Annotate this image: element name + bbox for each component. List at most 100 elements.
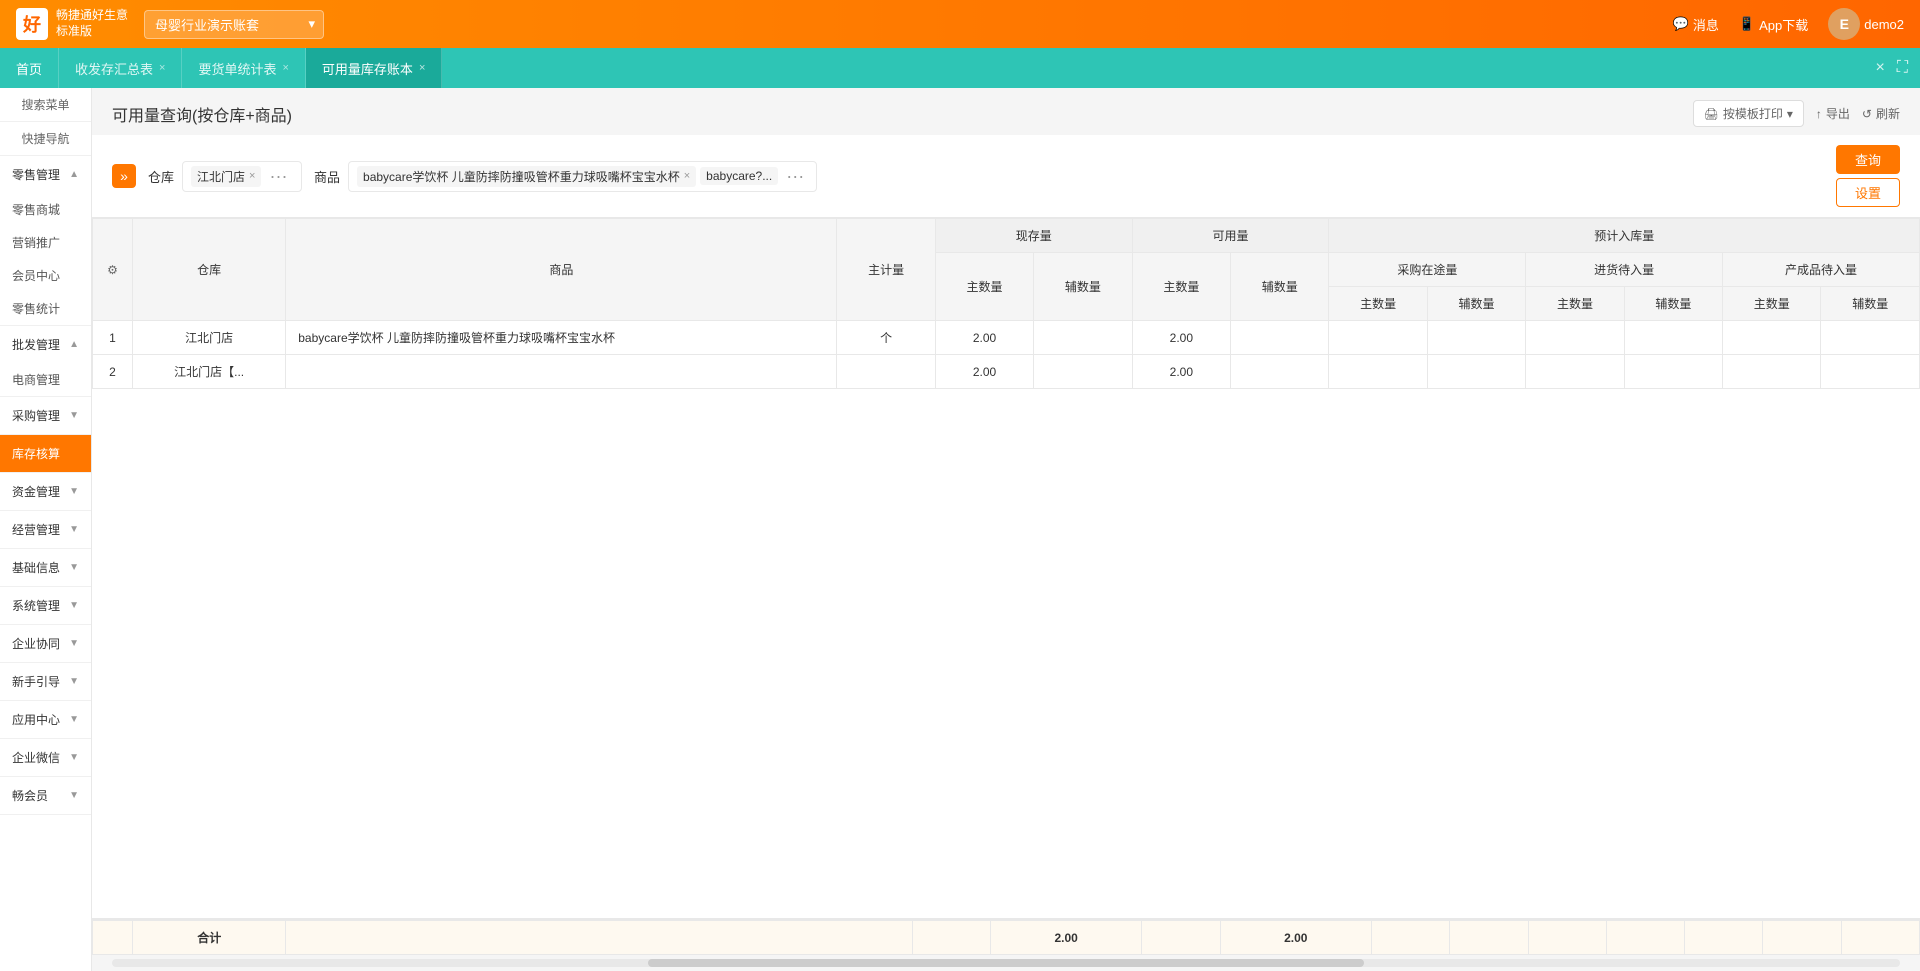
sidebar-group-retail: 零售管理 ▲ 零售商城 营销推广 会员中心 零售统计 bbox=[0, 156, 91, 326]
sidebar-group-appcenter-header[interactable]: 应用中心 ▼ bbox=[0, 701, 91, 738]
scrollbar-track[interactable] bbox=[112, 959, 1900, 967]
table-container[interactable]: ⚙ 仓库 商品 主计量 现存量 可用量 预计入库量 主数量 辅数量 bbox=[92, 218, 1920, 918]
message-btn[interactable]: 💬 消息 bbox=[1673, 15, 1719, 34]
close-tab-available-stock[interactable]: × bbox=[419, 62, 425, 74]
tab-order-stats[interactable]: 要货单统计表 × bbox=[182, 48, 305, 88]
tab-available-stock[interactable]: 可用量库存账本 × bbox=[306, 48, 442, 88]
avatar: E bbox=[1828, 8, 1860, 40]
table-row: 2 江北门店【... 2.00 2.00 bbox=[93, 355, 1920, 389]
th-product-pending: 产成品待入量 bbox=[1723, 253, 1920, 287]
sidebar-group-basic-header[interactable]: 基础信息 ▼ bbox=[0, 549, 91, 586]
th-pt-aux: 辅数量 bbox=[1427, 287, 1525, 321]
template-print-btn[interactable]: 🖨 按模板打印 ▾ bbox=[1693, 100, 1804, 127]
sidebar-group-guide-header[interactable]: 新手引导 ▼ bbox=[0, 663, 91, 700]
summary-empty-1 bbox=[93, 921, 133, 955]
refresh-btn[interactable]: ↺ 刷新 bbox=[1862, 105, 1900, 122]
export-icon: ↑ bbox=[1816, 107, 1822, 121]
app-download-btn[interactable]: 📱 App下载 bbox=[1739, 15, 1808, 34]
close-tab-order-stats[interactable]: × bbox=[282, 62, 288, 74]
page-header-actions: 🖨 按模板打印 ▾ ↑ 导出 ↺ 刷新 bbox=[1693, 100, 1900, 127]
sidebar-item-ecommerce[interactable]: 电商管理 bbox=[0, 363, 91, 396]
sidebar-group-collab-header[interactable]: 企业协同 ▼ bbox=[0, 625, 91, 662]
cell-available-aux bbox=[1231, 355, 1329, 389]
chevron-right-icon: ▼ bbox=[69, 638, 79, 649]
sidebar-group-wholesale-header[interactable]: 批发管理 ▲ bbox=[0, 326, 91, 363]
user-menu[interactable]: E demo2 bbox=[1828, 8, 1904, 40]
cell-current-aux bbox=[1034, 355, 1132, 389]
tab-recv-send[interactable]: 收发存汇总表 × bbox=[59, 48, 182, 88]
sidebar-group-wholesale: 批发管理 ▲ 电商管理 bbox=[0, 326, 91, 397]
query-btn[interactable]: 查询 bbox=[1836, 145, 1900, 174]
phone-icon: 📱 bbox=[1739, 16, 1755, 32]
tab-home[interactable]: 首页 bbox=[0, 48, 59, 88]
logo-icon: 好 bbox=[16, 8, 48, 40]
cell-pt-aux bbox=[1427, 355, 1525, 389]
main-layout: 搜索菜单 快捷导航 零售管理 ▲ 零售商城 营销推广 会员中心 零售统计 批发管… bbox=[0, 88, 1920, 971]
sidebar-group-sys: 系统管理 ▼ bbox=[0, 587, 91, 625]
close-all-tabs-btn[interactable]: × bbox=[1871, 59, 1888, 77]
chevron-right-icon: ▼ bbox=[69, 752, 79, 763]
product-filter-group: 商品 babycare学饮杯 儿童防摔防撞吸管杯重力球吸嘴杯宝宝水杯 × bab… bbox=[314, 161, 817, 192]
sidebar-search[interactable]: 搜索菜单 bbox=[0, 88, 91, 122]
chevron-right-icon: ▼ bbox=[69, 790, 79, 801]
sidebar-item-member-center[interactable]: 会员中心 bbox=[0, 259, 91, 292]
summary-pt-aux bbox=[1528, 921, 1606, 955]
scrollbar-thumb[interactable] bbox=[648, 959, 1363, 967]
nav-tabs: 首页 收发存汇总表 × 要货单统计表 × 可用量库存账本 × × ⛶ bbox=[0, 48, 1920, 88]
summary-available-main: 2.00 bbox=[1220, 921, 1371, 955]
gear-icon[interactable]: ⚙ bbox=[107, 263, 118, 277]
sidebar-group-appcenter: 应用中心 ▼ bbox=[0, 701, 91, 739]
dropdown-icon: ▾ bbox=[1787, 107, 1793, 121]
sidebar-group-stock-header[interactable]: 库存核算 bbox=[0, 435, 91, 472]
th-settings[interactable]: ⚙ bbox=[93, 219, 133, 321]
sidebar-group-retail-header[interactable]: 零售管理 ▲ bbox=[0, 156, 91, 193]
summary-available-aux bbox=[1372, 921, 1450, 955]
industry-selector[interactable]: 母婴行业演示账套 bbox=[144, 10, 324, 39]
chevron-right-icon: ▼ bbox=[69, 562, 79, 573]
sidebar-item-marketing[interactable]: 营销推广 bbox=[0, 226, 91, 259]
sidebar-group-sys-header[interactable]: 系统管理 ▼ bbox=[0, 587, 91, 624]
summary-row: 合计 2.00 2.00 bbox=[93, 921, 1920, 955]
sidebar-group-purchase-header[interactable]: 采购管理 ▼ bbox=[0, 397, 91, 434]
cell-current-main: 2.00 bbox=[935, 321, 1033, 355]
th-available-main: 主数量 bbox=[1132, 253, 1230, 321]
warehouse-input[interactable]: 江北门店 × ··· bbox=[182, 161, 302, 192]
chevron-right-icon: ▼ bbox=[69, 600, 79, 611]
sidebar-group-member-header[interactable]: 畅会员 ▼ bbox=[0, 777, 91, 814]
close-tab-recv-send[interactable]: × bbox=[159, 62, 165, 74]
sidebar-group-finance: 资金管理 ▼ bbox=[0, 473, 91, 511]
filter-expand-btn[interactable]: » bbox=[112, 164, 136, 188]
chevron-right-icon: ▼ bbox=[69, 486, 79, 497]
th-purchase-transit: 采购在途量 bbox=[1329, 253, 1526, 287]
cell-prod-aux bbox=[1821, 355, 1920, 389]
th-warehouse: 仓库 bbox=[133, 219, 286, 321]
product-tag-1: babycare学饮杯 儿童防摔防撞吸管杯重力球吸嘴杯宝宝水杯 × bbox=[357, 166, 696, 187]
sidebar-group-basic: 基础信息 ▼ bbox=[0, 549, 91, 587]
sidebar-group-business-header[interactable]: 经营管理 ▼ bbox=[0, 511, 91, 548]
sidebar-item-retail-shop[interactable]: 零售商城 bbox=[0, 193, 91, 226]
top-bar-right: 💬 消息 📱 App下载 E demo2 bbox=[1673, 8, 1904, 40]
product-more-btn[interactable]: ··· bbox=[782, 166, 808, 187]
th-prod-aux: 辅数量 bbox=[1821, 287, 1920, 321]
th-current-main: 主数量 bbox=[935, 253, 1033, 321]
summary-label: 合计 bbox=[133, 921, 286, 955]
content-area: 可用量查询(按仓库+商品) 🖨 按模板打印 ▾ ↑ 导出 ↺ 刷新 » bbox=[92, 88, 1920, 971]
remove-warehouse-tag[interactable]: × bbox=[249, 170, 255, 182]
remove-product-tag-1[interactable]: × bbox=[684, 170, 690, 182]
warehouse-filter-group: 仓库 江北门店 × ··· bbox=[148, 161, 302, 192]
fullscreen-btn[interactable]: ⛶ bbox=[1893, 59, 1912, 77]
sidebar-group-wechat-header[interactable]: 企业微信 ▼ bbox=[0, 739, 91, 776]
top-bar: 好 畅捷通好生意 标准版 母婴行业演示账套 💬 消息 📱 App下载 E dem… bbox=[0, 0, 1920, 48]
sidebar-group-finance-header[interactable]: 资金管理 ▼ bbox=[0, 473, 91, 510]
warehouse-more-btn[interactable]: ··· bbox=[265, 166, 291, 187]
sidebar-quick-nav[interactable]: 快捷导航 bbox=[0, 122, 91, 156]
product-input[interactable]: babycare学饮杯 儿童防摔防撞吸管杯重力球吸嘴杯宝宝水杯 × babyca… bbox=[348, 161, 817, 192]
summary-current-main: 2.00 bbox=[990, 921, 1141, 955]
export-btn[interactable]: ↑ 导出 bbox=[1816, 105, 1850, 122]
settings-btn[interactable]: 设置 bbox=[1836, 178, 1900, 207]
cell-warehouse: 江北门店 bbox=[133, 321, 286, 355]
cell-num: 1 bbox=[93, 321, 133, 355]
sidebar-item-retail-stats[interactable]: 零售统计 bbox=[0, 292, 91, 325]
th-available-aux: 辅数量 bbox=[1231, 253, 1329, 321]
chevron-right-icon: ▼ bbox=[69, 524, 79, 535]
